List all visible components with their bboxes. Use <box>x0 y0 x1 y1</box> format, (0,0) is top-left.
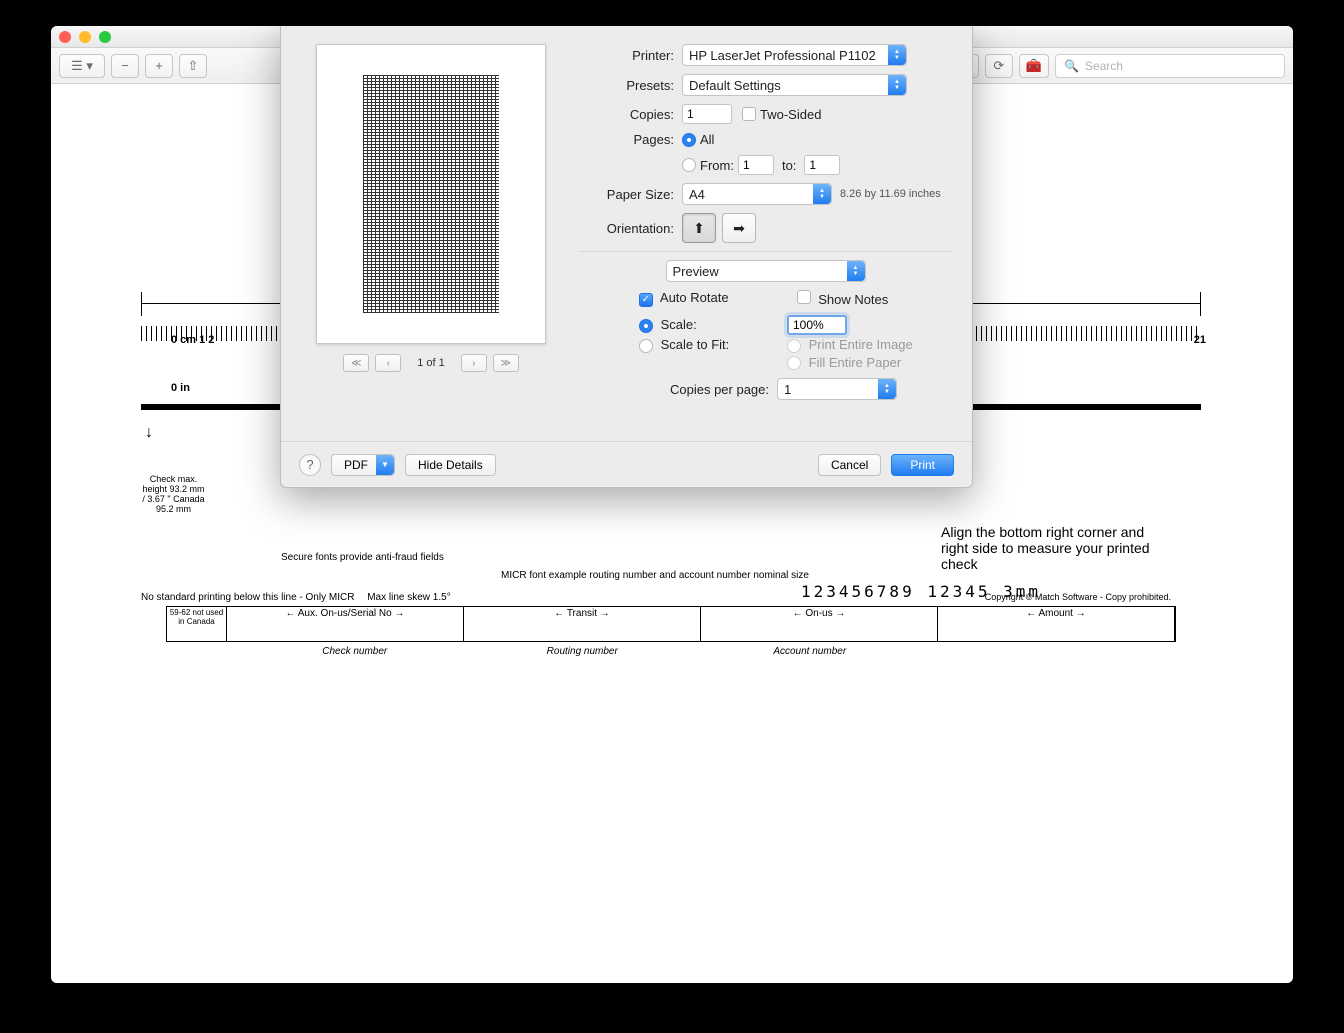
pages-all-radio[interactable] <box>682 133 696 147</box>
printer-select[interactable]: HP LaserJet Professional P1102 <box>682 44 907 66</box>
cancel-button[interactable]: Cancel <box>818 454 881 476</box>
pages-to-label: to: <box>782 158 796 173</box>
pdf-menu-button[interactable]: PDF ▼ <box>331 454 395 476</box>
presets-select[interactable]: Default Settings <box>682 74 907 96</box>
zone-onus: ← On-us → <box>701 607 938 641</box>
copies-per-page-label: Copies per page: <box>629 382 769 397</box>
two-sided-checkbox[interactable] <box>742 107 756 121</box>
scale-to-fit-label: Scale to Fit: <box>661 337 730 352</box>
pages-from-radio[interactable] <box>682 158 696 172</box>
fill-paper-radio <box>787 356 801 370</box>
copies-field[interactable] <box>682 104 732 124</box>
copies-label: Copies: <box>579 107 674 122</box>
pdf-label: PDF <box>344 458 368 472</box>
preview-pager: ≪ ‹ 1 of 1 › ≫ <box>343 354 519 372</box>
paper-size-label: Paper Size: <box>579 187 674 202</box>
zoom-in-button[interactable]: + <box>145 54 173 78</box>
check-max-label: Check max. height 93.2 mm / 3.67 " Canad… <box>141 474 206 514</box>
section-value: Preview <box>673 264 719 279</box>
search-field[interactable]: 🔍 Search <box>1055 54 1285 78</box>
scale-to-fit-radio[interactable] <box>639 339 653 353</box>
minimize-window-button[interactable] <box>79 31 91 43</box>
align-instruction: Align the bottom right corner and right … <box>941 524 1171 572</box>
first-page-button[interactable]: ≪ <box>343 354 369 372</box>
paper-size-select[interactable]: A4 <box>682 183 832 205</box>
zone-amount: ← Amount → <box>938 607 1175 641</box>
fill-paper-label: Fill Entire Paper <box>809 355 901 370</box>
zoom-out-button[interactable]: − <box>111 54 139 78</box>
next-page-button[interactable]: › <box>461 354 487 372</box>
pages-to-field[interactable] <box>804 155 840 175</box>
paper-dimensions: 8.26 by 11.69 inches <box>840 188 941 200</box>
app-window: Gauge.pdf (1 page) ⌄ ☰ ▾ − + ⇧ ✎ ▾ ⟳ 🧰 🔍… <box>51 26 1293 983</box>
orientation-label: Orientation: <box>579 221 674 236</box>
portrait-icon: ⬆︎ <box>693 220 705 237</box>
zone-aux: ← Aux. On-us/Serial No → <box>227 607 464 641</box>
pages-from-field[interactable] <box>738 155 774 175</box>
micr-sublabels: Check number Routing number Account numb… <box>241 646 1151 657</box>
auto-rotate-checkbox[interactable]: ✓ <box>639 293 653 307</box>
down-arrow-icon: ↓ <box>145 424 153 442</box>
dialog-footer: ? PDF ▼ Hide Details Cancel Print <box>281 441 972 487</box>
print-entire-radio <box>787 339 801 353</box>
print-entire-label: Print Entire Image <box>809 337 913 352</box>
hide-details-button[interactable]: Hide Details <box>405 454 496 476</box>
print-button[interactable]: Print <box>891 454 954 476</box>
preview-thumbnail <box>363 75 500 313</box>
print-preview-page <box>316 44 546 344</box>
page-indicator: 1 of 1 <box>417 357 445 369</box>
edit-toolbar-button[interactable]: 🧰 <box>1019 54 1049 78</box>
scale-label: Scale: <box>661 317 697 332</box>
section-divider <box>579 251 952 252</box>
zone-note: 59-62 not used in Canada <box>167 607 227 641</box>
secure-fonts-label: Secure fonts provide anti-fraud fields <box>281 552 444 563</box>
pages-label: Pages: <box>579 132 674 147</box>
chevron-down-icon: ▼ <box>376 455 394 475</box>
prev-page-button[interactable]: ‹ <box>375 354 401 372</box>
print-preview-column: ≪ ‹ 1 of 1 › ≫ <box>301 44 561 431</box>
sidebar-toggle-button[interactable]: ☰ ▾ <box>59 54 105 78</box>
presets-label: Presets: <box>579 78 674 93</box>
ruler-in-label: 0 in <box>171 382 190 394</box>
orientation-landscape-button[interactable]: ➡︎ <box>722 213 756 243</box>
scale-radio[interactable] <box>639 319 653 333</box>
orientation-portrait-button[interactable]: ⬆︎ <box>682 213 716 243</box>
last-page-button[interactable]: ≫ <box>493 354 519 372</box>
search-icon: 🔍 <box>1064 59 1079 73</box>
presets-value: Default Settings <box>689 78 781 93</box>
help-button[interactable]: ? <box>299 454 321 476</box>
search-placeholder: Search <box>1085 59 1123 73</box>
printer-label: Printer: <box>579 48 674 63</box>
paper-size-value: A4 <box>689 187 705 202</box>
copies-per-page-value: 1 <box>784 382 791 397</box>
ruler-cm-right: 21 <box>1194 334 1206 346</box>
print-dialog: ≪ ‹ 1 of 1 › ≫ Printer: HP LaserJet Prof… <box>280 26 973 488</box>
micr-zones: 59-62 not used in Canada ← Aux. On-us/Se… <box>166 606 1176 642</box>
close-window-button[interactable] <box>59 31 71 43</box>
share-button[interactable]: ⇧ <box>179 54 207 78</box>
scale-field[interactable] <box>787 315 847 335</box>
pages-from-label: From: <box>700 158 734 173</box>
two-sided-label: Two-Sided <box>760 107 821 122</box>
rotate-button[interactable]: ⟳ <box>985 54 1013 78</box>
show-notes-checkbox[interactable] <box>797 290 811 304</box>
landscape-icon: ➡︎ <box>733 220 745 237</box>
pages-all-label: All <box>700 132 714 147</box>
micr-caption: MICR font example routing number and acc… <box>501 570 809 581</box>
copies-per-page-select[interactable]: 1 <box>777 378 897 400</box>
copyright-label: Copyright © Match Software - Copy prohib… <box>985 592 1171 602</box>
window-controls <box>59 31 111 43</box>
auto-rotate-label: Auto Rotate <box>660 290 729 305</box>
ruler-cm-label: 0 cm 1 2 <box>171 334 214 346</box>
zone-transit: ← Transit → <box>464 607 701 641</box>
show-notes-label: Show Notes <box>818 292 888 307</box>
no-print-line: No standard printing below this line - O… <box>141 592 451 603</box>
app-section-select[interactable]: Preview <box>666 260 866 282</box>
zoom-window-button[interactable] <box>99 31 111 43</box>
printer-value: HP LaserJet Professional P1102 <box>689 48 876 63</box>
print-options: Printer: HP LaserJet Professional P1102 … <box>579 44 952 431</box>
